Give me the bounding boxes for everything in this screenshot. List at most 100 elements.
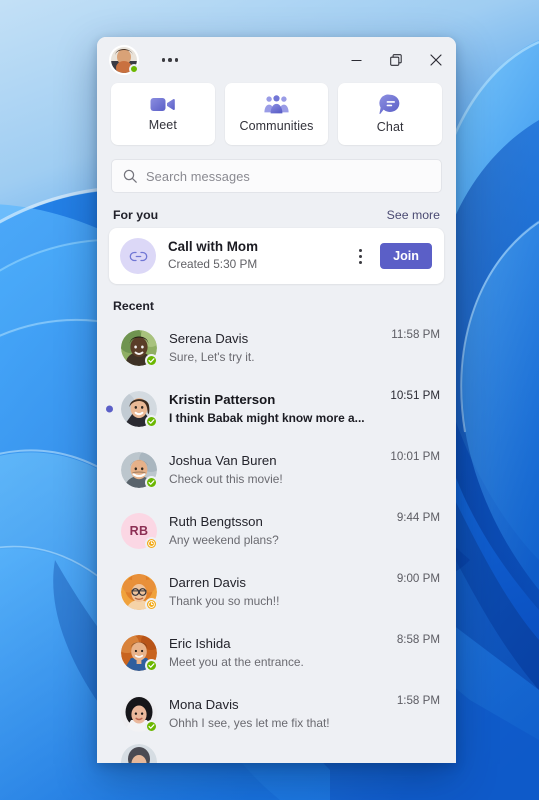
contact-name: Serena Davis — [169, 331, 249, 347]
message-timestamp: 11:58 PM — [391, 328, 440, 341]
window-controls — [336, 37, 456, 83]
avatar — [121, 573, 158, 611]
contact-name: Mona Davis — [169, 697, 239, 713]
contact-name: Ruth Bengtsson — [169, 514, 263, 530]
table-row[interactable]: Eric Ishida Meet you at the entrance. 8:… — [97, 622, 456, 683]
link-icon — [129, 251, 147, 261]
check-icon — [148, 418, 155, 424]
check-icon — [148, 723, 155, 729]
avatar — [121, 329, 158, 367]
message-timestamp: 9:44 PM — [396, 511, 440, 524]
presence-badge-away — [145, 597, 158, 611]
contact-name: Darren Davis — [169, 575, 246, 591]
meeting-subtitle: Created 5:30 PM — [168, 256, 258, 271]
unread-indicator-dot — [106, 405, 113, 412]
ellipsis-dot — [161, 58, 166, 62]
search-icon — [123, 169, 137, 183]
contact-name: Joshua Van Buren — [169, 453, 277, 469]
minimize-icon — [351, 59, 361, 61]
desktop-background: Meet Communities Chat Search messages Fo… — [0, 0, 539, 800]
people-group-icon — [264, 95, 289, 114]
teams-chat-window: Meet Communities Chat Search messages Fo… — [97, 37, 456, 763]
message-preview: I think Babak might know more a... — [169, 410, 365, 425]
more-options-button[interactable] — [155, 46, 185, 74]
video-camera-icon — [150, 98, 176, 111]
contact-name: Eric Ishida — [169, 636, 231, 652]
quick-action-communities[interactable]: Communities — [224, 83, 329, 145]
quick-action-chat[interactable]: Chat — [338, 83, 443, 145]
restore-down-icon — [390, 54, 402, 66]
row-body: Mona Davis Ohhh I see, yes let me fix th… — [169, 696, 385, 730]
table-row[interactable]: Darren Davis Thank you so much!! 9:00 PM — [97, 561, 456, 622]
presence-badge-available — [145, 414, 158, 428]
message-preview: Any weekend plans? — [169, 532, 279, 547]
message-timestamp: 8:58 PM — [396, 633, 440, 646]
for-you-title: For you — [113, 208, 159, 222]
check-icon — [148, 357, 155, 363]
recent-title: Recent — [113, 299, 155, 313]
message-preview: Thank you so much!! — [169, 593, 280, 608]
chat-bubble-icon — [379, 94, 400, 115]
message-timestamp: 10:01 PM — [390, 450, 440, 463]
message-timestamp: 10:51 PM — [390, 389, 440, 402]
avatar — [121, 451, 158, 489]
table-row[interactable]: Kristin Patterson I think Babak might kn… — [97, 378, 456, 439]
avatar[interactable] — [111, 47, 139, 74]
for-you-content: Call with Mom Created 5:30 PM Join — [97, 228, 456, 284]
quick-action-label: Meet — [148, 118, 177, 132]
presence-indicator-available — [129, 64, 139, 74]
row-body: Serena Davis Sure, Let's try it. — [169, 330, 379, 364]
join-button[interactable]: Join — [380, 243, 432, 269]
table-row[interactable]: Serena Davis Sure, Let's try it. 11:58 P… — [97, 317, 456, 378]
close-icon — [430, 54, 442, 66]
presence-badge-available — [145, 658, 158, 672]
avatar — [121, 634, 158, 672]
kebab-dot — [358, 248, 362, 252]
clock-icon — [148, 600, 155, 608]
kebab-dot — [358, 260, 362, 264]
presence-badge-available — [145, 475, 158, 489]
kebab-dot — [358, 254, 362, 258]
contact-avatar-photo — [121, 744, 157, 763]
avatar — [121, 390, 158, 428]
table-row[interactable]: Mona Davis Ohhh I see, yes let me fix th… — [97, 683, 456, 744]
meeting-more-options-button[interactable] — [352, 242, 368, 270]
row-body: Ruth Bengtsson Any weekend plans? — [169, 513, 385, 547]
meeting-text: Call with Mom Created 5:30 PM — [168, 239, 340, 273]
message-timestamp: 1:58 PM — [396, 694, 440, 707]
meeting-title: Call with Mom — [168, 239, 259, 255]
presence-badge-available — [145, 353, 158, 367]
quick-action-cards: Meet Communities Chat — [97, 83, 456, 153]
see-more-link[interactable]: See more — [387, 208, 440, 222]
table-row[interactable]: RB Ruth Bengtsson Any weekend plans? 9:4… — [97, 500, 456, 561]
list-item[interactable] — [97, 744, 456, 763]
quick-action-meet[interactable]: Meet — [111, 83, 215, 145]
row-body: Eric Ishida Meet you at the entrance. — [169, 635, 385, 669]
restore-button[interactable] — [376, 37, 416, 83]
ellipsis-dot — [174, 58, 179, 62]
meeting-avatar — [120, 238, 156, 274]
for-you-header: For you See more — [97, 197, 456, 228]
window-titlebar — [97, 37, 456, 83]
message-preview: Check out this movie! — [169, 471, 283, 486]
presence-badge-available — [145, 719, 158, 733]
avatar: RB — [121, 512, 158, 550]
message-preview: Meet you at the entrance. — [169, 654, 304, 669]
ellipsis-dot — [168, 58, 172, 62]
search-area: Search messages — [97, 153, 456, 197]
avatar — [121, 695, 158, 733]
search-input[interactable]: Search messages — [111, 159, 442, 193]
close-button[interactable] — [416, 37, 456, 83]
message-preview: Ohhh I see, yes let me fix that! — [169, 715, 330, 730]
check-icon — [148, 662, 155, 668]
row-body: Darren Davis Thank you so much!! — [169, 574, 385, 608]
meeting-card[interactable]: Call with Mom Created 5:30 PM Join — [109, 228, 444, 284]
table-row[interactable]: Joshua Van Buren Check out this movie! 1… — [97, 439, 456, 500]
row-body: Kristin Patterson I think Babak might kn… — [169, 391, 378, 425]
search-placeholder: Search messages — [146, 168, 250, 184]
recent-header: Recent — [97, 284, 456, 317]
recent-chat-list[interactable]: Serena Davis Sure, Let's try it. 11:58 P… — [97, 317, 456, 763]
contact-name: Kristin Patterson — [169, 392, 276, 408]
minimize-button[interactable] — [336, 37, 376, 83]
quick-action-label: Chat — [376, 120, 404, 134]
